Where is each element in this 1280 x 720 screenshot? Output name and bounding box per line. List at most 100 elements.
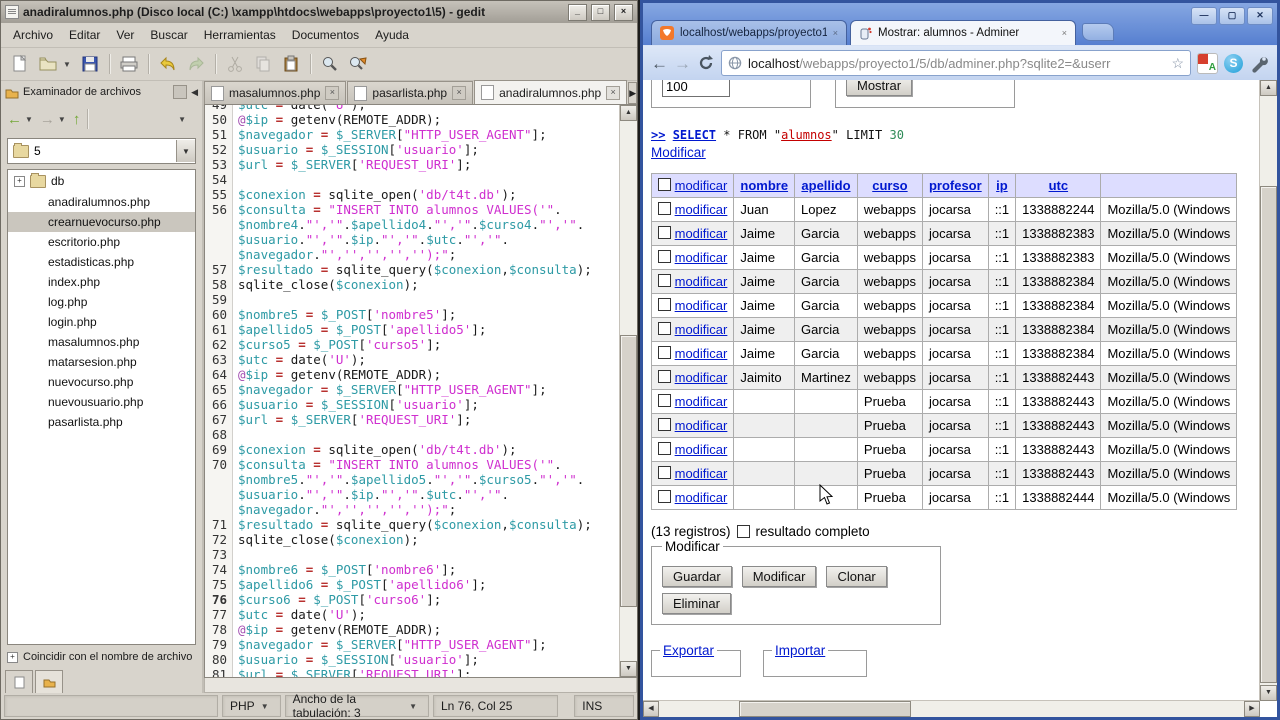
modify-all-link[interactable]: modificar	[675, 178, 728, 193]
row-checkbox[interactable]	[658, 466, 671, 479]
forward-icon[interactable]: →	[674, 55, 691, 72]
paste-icon[interactable]	[278, 51, 304, 77]
tab-close-icon[interactable]: ×	[1062, 28, 1067, 38]
scroll-left-icon[interactable]: ◀	[643, 701, 659, 717]
tab-width-selector[interactable]: Ancho de la tabulación: 3 ▼	[284, 692, 429, 720]
editor-tab[interactable]: anadiralumnos.php ×	[474, 80, 628, 104]
row-modify-link[interactable]: modificar	[675, 202, 728, 217]
editor-hscrollbar[interactable]	[204, 678, 637, 693]
modificar-button[interactable]: Modificar	[741, 566, 817, 587]
row-modify-link[interactable]: modificar	[675, 274, 728, 289]
file-browser-panel-tab[interactable]	[35, 670, 63, 693]
row-checkbox[interactable]	[658, 442, 671, 455]
tab-adminer[interactable]: Mostrar: alumnos - Adminer ×	[850, 20, 1076, 45]
page-vscroll-thumb[interactable]	[1260, 186, 1277, 683]
file-item[interactable]: escritorio.php	[8, 232, 195, 252]
row-checkbox[interactable]	[658, 394, 671, 407]
menu-documentos[interactable]: Documentos	[284, 25, 367, 45]
location-dropdown-icon[interactable]: ▼	[176, 140, 195, 162]
column-sort-apellido[interactable]: apellido	[801, 178, 850, 193]
redo-icon[interactable]	[183, 51, 209, 77]
row-checkbox[interactable]	[658, 298, 671, 311]
tab-close-icon[interactable]: ×	[606, 85, 621, 100]
row-checkbox[interactable]	[658, 490, 671, 503]
language-selector[interactable]: PHP ▼	[222, 695, 281, 717]
file-item[interactable]: matarsesion.php	[8, 352, 195, 372]
scroll-down-icon[interactable]: ▼	[1260, 685, 1277, 701]
file-item[interactable]: log.php	[8, 292, 195, 312]
row-checkbox[interactable]	[658, 274, 671, 287]
eliminar-button[interactable]: Eliminar	[662, 593, 731, 614]
menu-herramientas[interactable]: Herramientas	[196, 25, 284, 45]
row-modify-link[interactable]: modificar	[675, 346, 728, 361]
page-hscrollbar[interactable]: ◀ ▶	[643, 700, 1260, 717]
sql-select-link[interactable]: SELECT	[673, 128, 716, 142]
code-view[interactable]: 49 $utc = date('U'); 50 @$ip = getenv(REMOT…	[204, 104, 637, 678]
scroll-up-icon[interactable]: ▲	[620, 105, 637, 121]
tab-close-icon[interactable]: ×	[325, 86, 340, 100]
file-item[interactable]: pasarlista.php	[8, 412, 195, 432]
importar-link[interactable]: Importar	[775, 643, 825, 658]
menu-buscar[interactable]: Buscar	[142, 25, 195, 45]
panel-collapse-icon[interactable]: ◀	[191, 87, 198, 98]
back-dropdown-icon[interactable]: ▼	[25, 115, 33, 124]
up-icon[interactable]: ↑	[73, 111, 81, 128]
column-sort-utc[interactable]: utc	[1049, 178, 1069, 193]
row-checkbox[interactable]	[658, 346, 671, 359]
menu-ver[interactable]: Ver	[108, 25, 142, 45]
row-checkbox[interactable]	[658, 370, 671, 383]
row-checkbox[interactable]	[658, 202, 671, 215]
row-modify-link[interactable]: modificar	[675, 250, 728, 265]
editor-vscroll-thumb[interactable]	[620, 335, 637, 607]
browser-minimize-button[interactable]: —	[1191, 7, 1217, 25]
expander-icon[interactable]: +	[7, 651, 18, 663]
copy-icon[interactable]	[250, 51, 276, 77]
open-dropdown-icon[interactable]: ▼	[63, 51, 75, 77]
file-item[interactable]: nuevocurso.php	[8, 372, 195, 392]
bookmark-star-icon[interactable]: ☆	[1171, 55, 1184, 72]
row-checkbox[interactable]	[658, 226, 671, 239]
match-filename-row[interactable]: + Coincidir con el nombre de archivo	[1, 647, 202, 667]
editor-tab[interactable]: pasarlista.php ×	[347, 81, 474, 104]
tab-close-icon[interactable]: ×	[833, 28, 838, 38]
column-sort-ip[interactable]: ip	[996, 178, 1008, 193]
column-sort-curso[interactable]: curso	[872, 178, 907, 193]
forward-icon[interactable]: →	[40, 111, 55, 128]
undo-icon[interactable]	[155, 51, 181, 77]
panel-menu-icon[interactable]	[173, 85, 188, 99]
limit-input[interactable]	[662, 80, 730, 97]
tab-scroll-right-icon[interactable]: ▶	[628, 82, 638, 104]
file-item[interactable]: crearnuevocurso.php	[8, 212, 195, 232]
file-item[interactable]: estadisticas.php	[8, 252, 195, 272]
file-item[interactable]: login.php	[8, 312, 195, 332]
gedit-minimize-button[interactable]: _	[568, 3, 587, 21]
new-document-icon[interactable]	[7, 51, 33, 77]
address-bar[interactable]: localhost/webapps/proyecto1/5/db/adminer…	[721, 50, 1191, 76]
wrench-menu-icon[interactable]	[1249, 53, 1269, 73]
row-modify-link[interactable]: modificar	[675, 370, 728, 385]
row-modify-link[interactable]: modificar	[675, 466, 728, 481]
file-item[interactable]: anadiralumnos.php	[8, 192, 195, 212]
row-modify-link[interactable]: modificar	[675, 418, 728, 433]
tab-close-icon[interactable]: ×	[452, 86, 467, 100]
browser-titlebar[interactable]: — ▢ ✕ localhost/webapps/proyecto1/ × Mos…	[643, 3, 1277, 45]
menu-editar[interactable]: Editar	[61, 25, 108, 45]
mostrar-button[interactable]: Mostrar	[846, 80, 913, 96]
print-icon[interactable]	[116, 51, 142, 77]
location-combo[interactable]: 5 ▼	[7, 138, 196, 164]
file-item[interactable]: nuevousuario.php	[8, 392, 195, 412]
column-sort-profesor[interactable]: profesor	[929, 178, 982, 193]
column-sort-nombre[interactable]: nombre	[740, 178, 788, 193]
tab-localhost[interactable]: localhost/webapps/proyecto1/ ×	[651, 20, 847, 45]
row-modify-link[interactable]: modificar	[675, 226, 728, 241]
new-tab-button[interactable]	[1082, 23, 1114, 41]
clonar-button[interactable]: Clonar	[826, 566, 887, 587]
sql-table-link[interactable]: alumnos	[781, 128, 832, 142]
sql-prompt-link[interactable]: >>	[651, 128, 665, 142]
nav-more-icon[interactable]: ▼	[178, 115, 186, 124]
whole-result-checkbox[interactable]	[736, 525, 750, 538]
row-checkbox[interactable]	[658, 418, 671, 431]
back-icon[interactable]: ←	[7, 111, 22, 128]
row-checkbox[interactable]	[658, 250, 671, 263]
replace-icon[interactable]	[345, 51, 371, 77]
